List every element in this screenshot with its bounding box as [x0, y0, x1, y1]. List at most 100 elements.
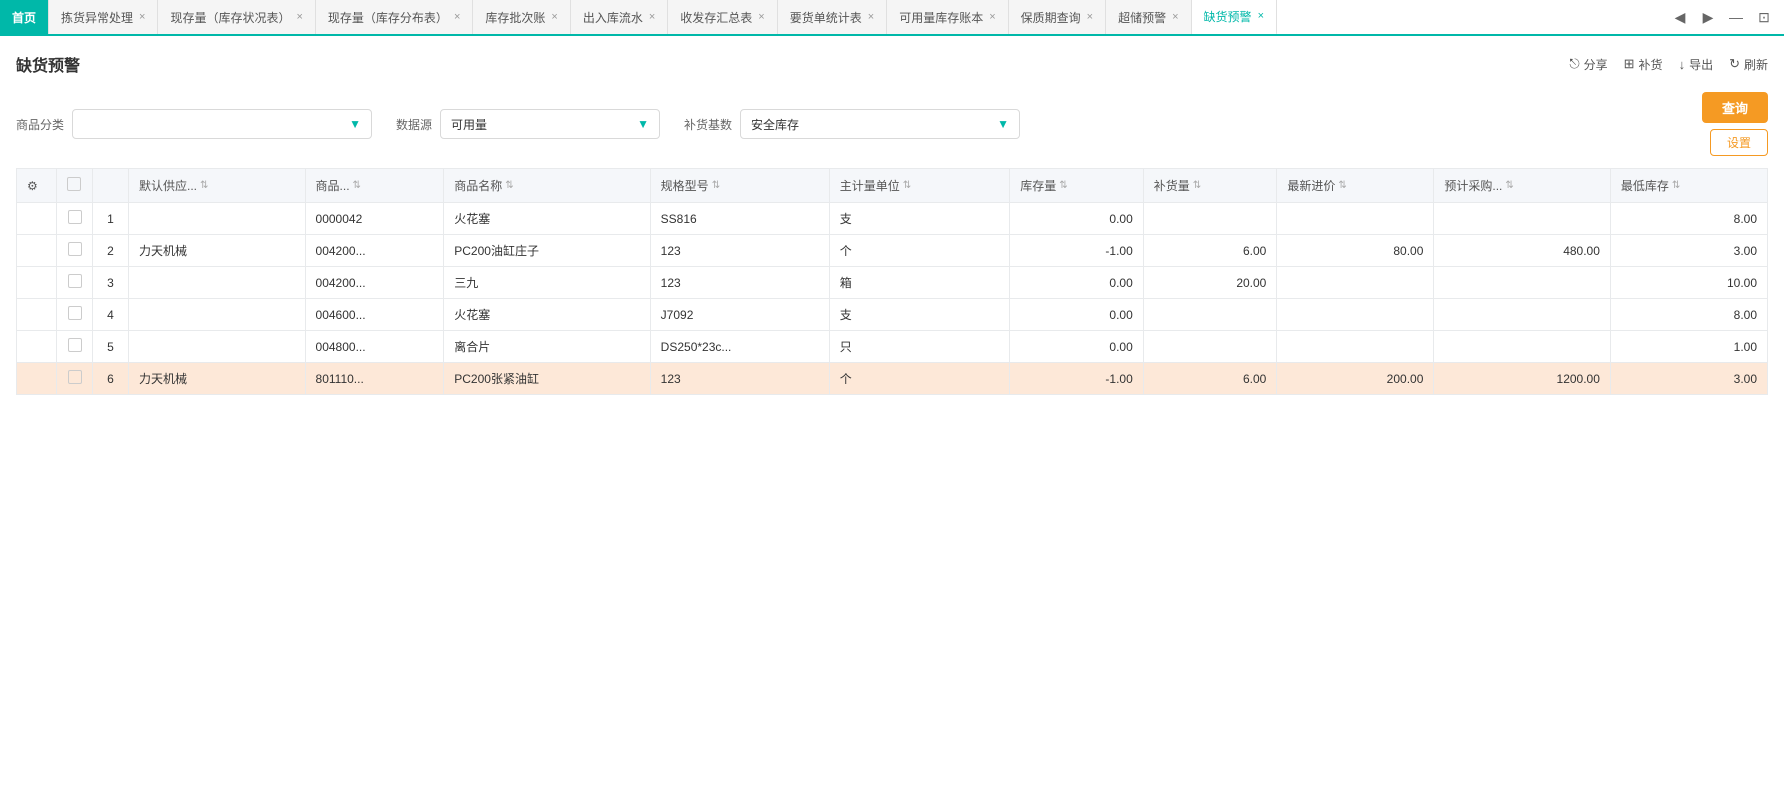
query-button[interactable]: 查询	[1702, 92, 1768, 123]
table-body: 1 0000042 火花塞 SS816 支 0.00 8.00 2 力天机械 0…	[17, 203, 1768, 395]
th-supplier-sort[interactable]: 默认供应... ⇅	[139, 177, 208, 194]
row-checkbox-2[interactable]	[68, 274, 82, 288]
th-stock-sort[interactable]: 库存量 ⇅	[1020, 177, 1067, 194]
datasource-filter-group: 数据源 可用量 ▼	[396, 109, 660, 139]
th-supplier[interactable]: 默认供应... ⇅	[129, 169, 306, 203]
row-checkbox-3[interactable]	[68, 306, 82, 320]
row-sku-5: 801110...	[305, 363, 444, 395]
th-replenish-sort[interactable]: 补货量 ⇅	[1154, 177, 1201, 194]
minimize-button[interactable]: —	[1724, 5, 1748, 29]
row-supplier-2	[129, 267, 306, 299]
datasource-select[interactable]: 可用量 ▼	[440, 109, 660, 139]
replenish-action[interactable]: ⊞ 补货	[1624, 56, 1663, 73]
row-supplier-5: 力天机械	[129, 363, 306, 395]
th-spec[interactable]: 规格型号 ⇅	[650, 169, 829, 203]
row-unit-1: 个	[829, 235, 1009, 267]
th-sku[interactable]: 商品... ⇅	[305, 169, 444, 203]
tab-stock-dist[interactable]: 现存量（库存分布表）×	[316, 0, 473, 35]
tab-close-inout-flow[interactable]: ×	[649, 11, 655, 23]
tab-close-exception[interactable]: ×	[139, 11, 145, 23]
tab-avail-account[interactable]: 可用量库存账本 ×	[887, 0, 1008, 35]
th-sku-label: 商品...	[316, 177, 350, 194]
tab-order-stat[interactable]: 要货单统计表×	[778, 0, 887, 35]
row-checkbox-1[interactable]	[68, 242, 82, 256]
row-stock-5: -1.00	[1010, 363, 1144, 395]
th-gear[interactable]: ⚙	[17, 169, 57, 203]
maximize-button[interactable]: ⊡	[1752, 5, 1776, 29]
category-select[interactable]: ▼	[72, 109, 372, 139]
th-stock[interactable]: 库存量 ⇅	[1010, 169, 1144, 203]
tab-close-shortage[interactable]: ×	[1258, 10, 1264, 22]
th-min-stock-label: 最低库存	[1621, 177, 1669, 194]
top-navigation: 首页拣货异常处理×现存量（库存状况表）×现存量（库存分布表）×库存批次账×出入库…	[0, 0, 1784, 36]
row-sku-2: 004200...	[305, 267, 444, 299]
row-replenish-5: 6.00	[1143, 363, 1277, 395]
th-unit[interactable]: 主计量单位 ⇅	[829, 169, 1009, 203]
refresh-action[interactable]: ↻ 刷新	[1729, 56, 1768, 73]
tab-batch-account[interactable]: 库存批次账×	[473, 0, 570, 35]
row-replenish-1: 6.00	[1143, 235, 1277, 267]
th-replenish[interactable]: 补货量 ⇅	[1143, 169, 1277, 203]
tab-label-exception: 拣货异常处理	[61, 9, 133, 26]
tab-close-batch-account[interactable]: ×	[551, 11, 557, 23]
category-filter-label: 商品分类	[16, 116, 64, 133]
th-latest-price[interactable]: 最新进价 ⇅	[1277, 169, 1434, 203]
th-latest-price-sort-icon: ⇅	[1338, 180, 1346, 191]
row-checkbox-5[interactable]	[68, 370, 82, 384]
settings-button[interactable]: 设置	[1710, 129, 1768, 156]
row-checkbox-4[interactable]	[68, 338, 82, 352]
row-latest-price-1: 80.00	[1277, 235, 1434, 267]
tab-inout-flow[interactable]: 出入库流水×	[571, 0, 668, 35]
th-latest-price-sort[interactable]: 最新进价 ⇅	[1287, 177, 1346, 194]
tab-close-avail-account[interactable]: ×	[989, 11, 995, 23]
replenish-basis-select[interactable]: 安全库存 ▼	[740, 109, 1020, 139]
tab-stock-status[interactable]: 现存量（库存状况表）×	[158, 0, 315, 35]
row-supplier-4	[129, 331, 306, 363]
row-stock-0: 0.00	[1010, 203, 1144, 235]
datasource-select-arrow-icon: ▼	[637, 117, 649, 131]
tab-close-order-stat[interactable]: ×	[868, 11, 874, 23]
row-est-purchase-5: 1200.00	[1434, 363, 1611, 395]
th-sku-sort[interactable]: 商品... ⇅	[316, 177, 361, 194]
th-name[interactable]: 商品名称 ⇅	[444, 169, 650, 203]
th-name-sort[interactable]: 商品名称 ⇅	[454, 177, 513, 194]
row-num-1: 2	[93, 235, 129, 267]
row-check-3	[57, 299, 93, 331]
header-actions: ⎋ 分享 ⊞ 补货 ↓ 导出 ↻ 刷新	[1569, 56, 1768, 73]
th-min-stock[interactable]: 最低库存 ⇅	[1610, 169, 1767, 203]
th-min-stock-sort[interactable]: 最低库存 ⇅	[1621, 177, 1680, 194]
th-est-purchase[interactable]: 预计采购... ⇅	[1434, 169, 1611, 203]
tab-close-recv-summary[interactable]: ×	[758, 11, 764, 23]
row-latest-price-0	[1277, 203, 1434, 235]
tab-close-stock-dist[interactable]: ×	[454, 11, 460, 23]
export-action[interactable]: ↓ 导出	[1679, 56, 1714, 73]
tab-label-avail-account: 可用量库存账本	[899, 9, 983, 26]
tab-exception[interactable]: 拣货异常处理 ×	[49, 0, 158, 35]
replenish-basis-filter-group: 补货基数 安全库存 ▼	[684, 109, 1020, 139]
tab-close-overstock[interactable]: ×	[1172, 11, 1178, 23]
table-row: 3 004200... 三九 123 箱 0.00 20.00 10.00	[17, 267, 1768, 299]
th-est-purchase-sort[interactable]: 预计采购... ⇅	[1444, 177, 1513, 194]
tab-scroll-right[interactable]: ▶	[1696, 5, 1720, 29]
row-num-0: 1	[93, 203, 129, 235]
tab-recv-summary[interactable]: 收发存汇总表 ×	[668, 0, 777, 35]
tab-expiry-query[interactable]: 保质期查询×	[1009, 0, 1106, 35]
th-num	[93, 169, 129, 203]
tab-overstock[interactable]: 超储预警×	[1106, 0, 1191, 35]
row-sku-4: 004800...	[305, 331, 444, 363]
row-spec-5: 123	[650, 363, 829, 395]
header-checkbox[interactable]	[67, 177, 81, 191]
tab-home[interactable]: 首页	[0, 0, 49, 35]
tab-close-stock-status[interactable]: ×	[296, 11, 302, 23]
row-replenish-2: 20.00	[1143, 267, 1277, 299]
th-spec-sort[interactable]: 规格型号 ⇅	[661, 177, 720, 194]
tab-shortage[interactable]: 缺货预警×	[1192, 0, 1277, 35]
row-checkbox-0[interactable]	[68, 210, 82, 224]
tab-scroll-left[interactable]: ◀	[1668, 5, 1692, 29]
tab-close-expiry-query[interactable]: ×	[1087, 11, 1093, 23]
tab-list: 首页拣货异常处理×现存量（库存状况表）×现存量（库存分布表）×库存批次账×出入库…	[0, 0, 1660, 35]
share-action[interactable]: ⎋ 分享	[1569, 56, 1607, 73]
th-replenish-sort-icon: ⇅	[1193, 180, 1201, 191]
th-unit-sort[interactable]: 主计量单位 ⇅	[840, 177, 911, 194]
tab-label-recv-summary: 收发存汇总表	[680, 9, 752, 26]
